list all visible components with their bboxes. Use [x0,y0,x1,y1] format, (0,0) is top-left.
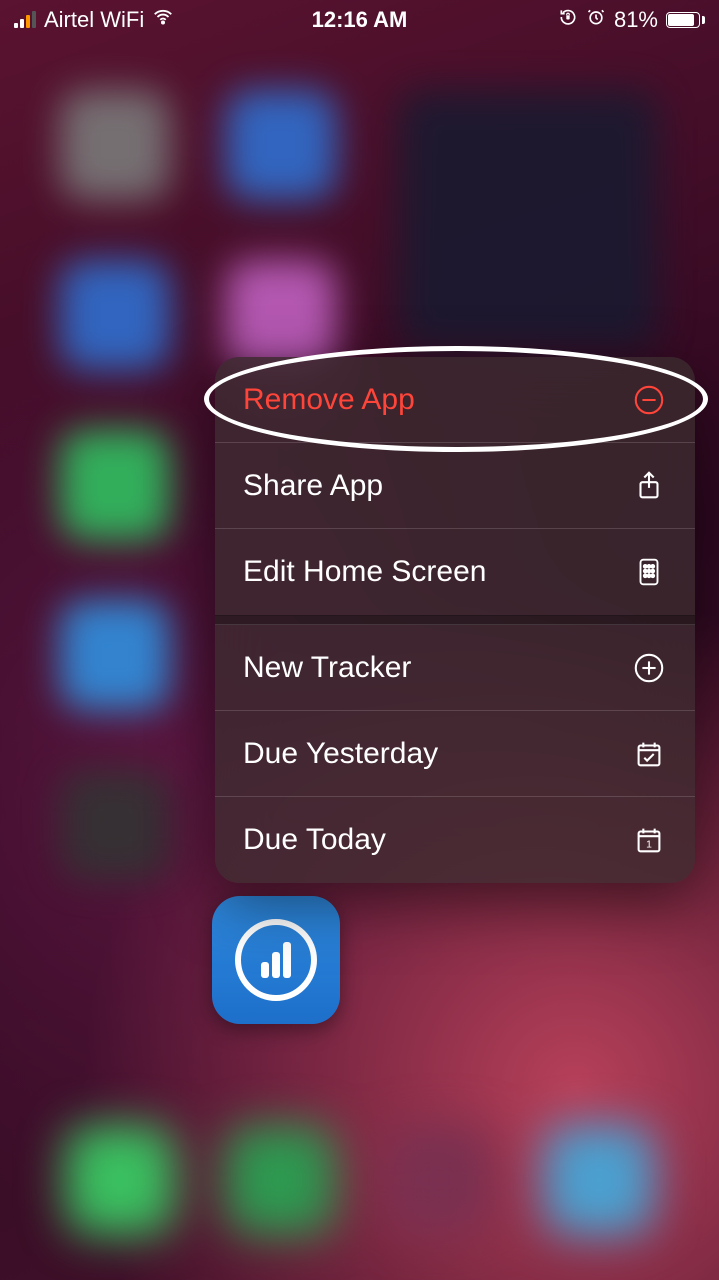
menu-item-due-yesterday[interactable]: Due Yesterday [215,711,695,797]
minus-circle-icon [631,382,667,418]
menu-item-label: Due Yesterday [243,737,438,771]
menu-item-due-today[interactable]: Due Today 1 [215,797,695,883]
signal-icon [14,12,36,28]
menu-separator [215,615,695,625]
battery-percentage: 81% [614,7,658,33]
apps-grid-icon [631,554,667,590]
orientation-lock-icon [558,7,578,33]
menu-item-label: New Tracker [243,651,411,685]
alarm-icon [586,7,606,33]
time-label: 12:16 AM [312,7,408,33]
carrier-label: Airtel WiFi [44,7,144,33]
calendar-day-icon: 1 [631,822,667,858]
app-context-menu: Remove App Share App Edit Home Screen Ne… [215,357,695,883]
battery-icon [666,12,705,28]
dock-blurred [40,1110,679,1250]
menu-item-new-tracker[interactable]: New Tracker [215,625,695,711]
status-bar: Airtel WiFi 12:16 AM 81% [0,0,719,40]
menu-item-label: Edit Home Screen [243,555,486,589]
calendar-check-icon [631,736,667,772]
svg-text:1: 1 [646,840,652,851]
menu-item-edit-home-screen[interactable]: Edit Home Screen [215,529,695,615]
wifi-icon [152,6,174,34]
menu-item-share-app[interactable]: Share App [215,443,695,529]
menu-item-label: Due Today [243,823,386,857]
share-icon [631,468,667,504]
menu-item-label: Remove App [243,383,415,417]
plus-circle-icon [631,650,667,686]
menu-item-label: Share App [243,469,383,503]
app-icon-tracker[interactable] [212,896,340,1024]
menu-item-remove-app[interactable]: Remove App [215,357,695,443]
